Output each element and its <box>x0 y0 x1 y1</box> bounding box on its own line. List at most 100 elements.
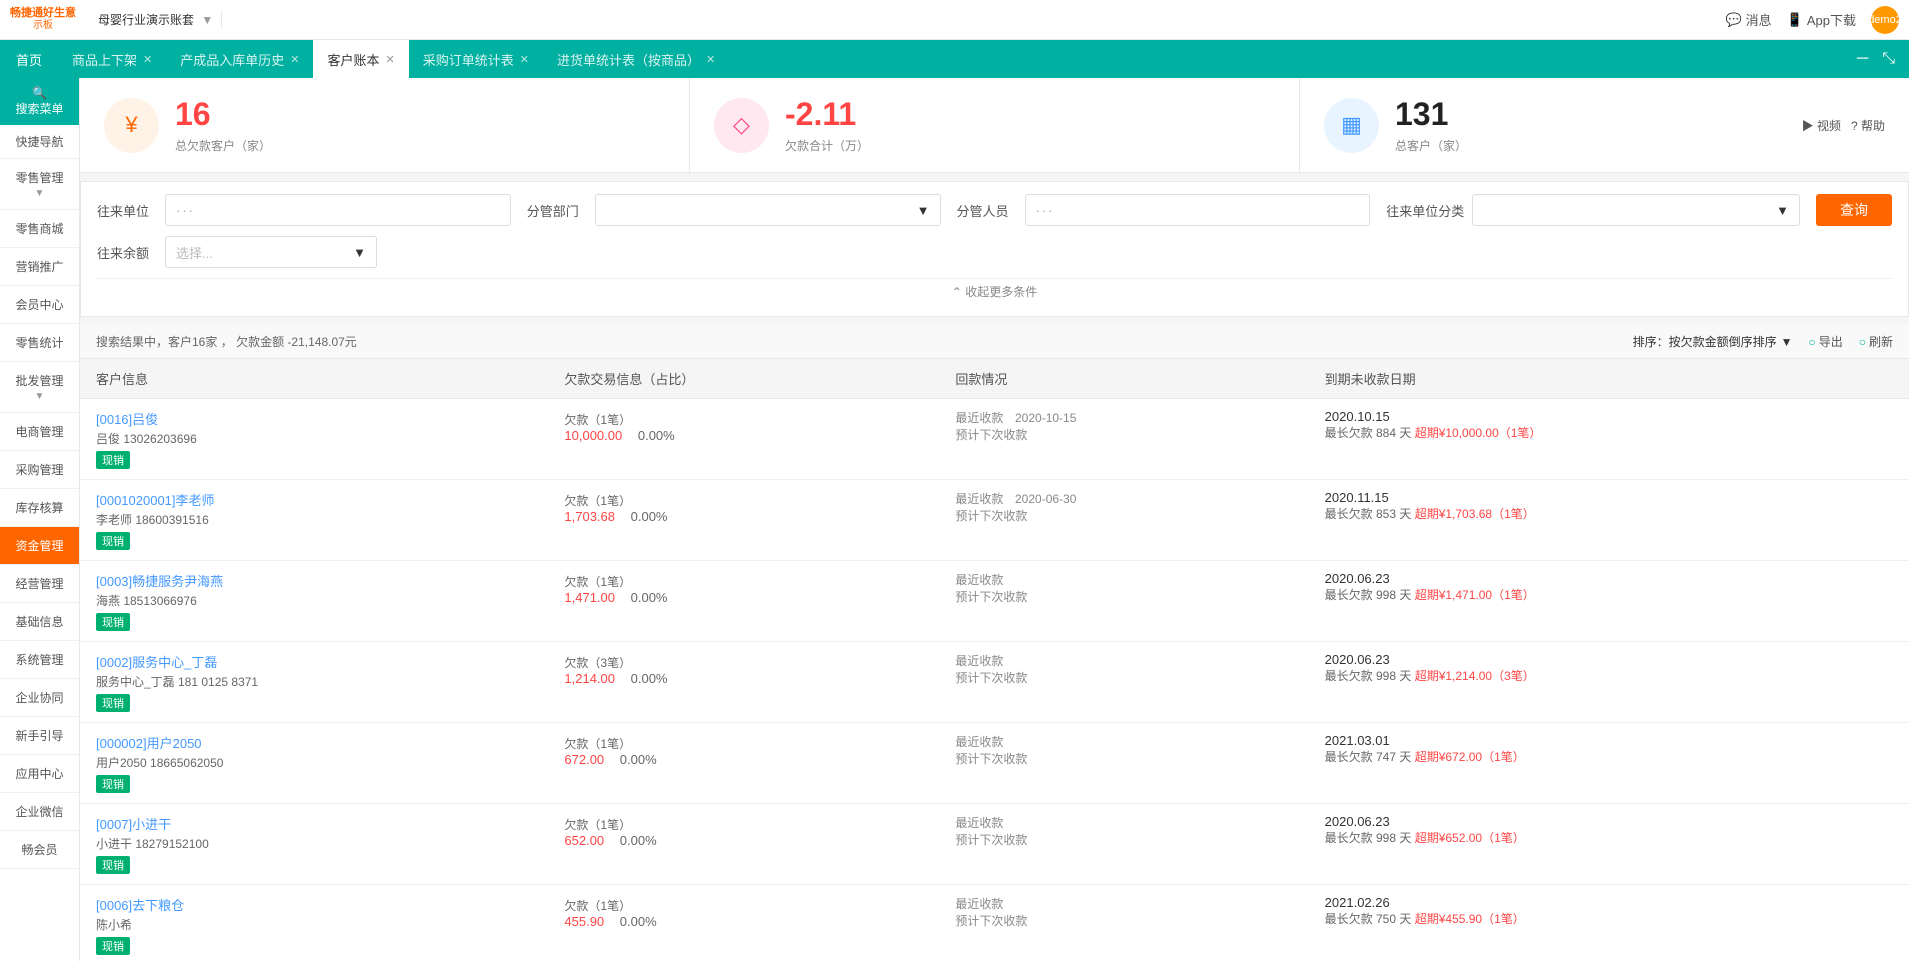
sidebar-label-enterprise-wx: 企业微信 <box>15 803 63 820</box>
overdue-amount-link[interactable]: 超期¥672.00（1笔） <box>1415 750 1525 764</box>
sidebar-item-batch-mgmt[interactable]: 批发管理 ▼ <box>0 362 79 413</box>
overdue-amount-link[interactable]: 超期¥652.00（1笔） <box>1415 831 1525 845</box>
search-button[interactable]: 查询 <box>1816 194 1892 226</box>
tab-goods-on-off[interactable]: 商品上下架 ✕ <box>58 40 166 78</box>
overdue-days: 最长欠款 884 天 <box>1325 426 1415 440</box>
latest-label: 最近收款 <box>955 573 1003 587</box>
sidebar-item-retail-mgmt[interactable]: 零售管理 ▼ <box>0 159 79 210</box>
sidebar-item-member[interactable]: 会员中心 <box>0 286 79 324</box>
sort-select[interactable]: 排序：按欠款金额倒序排序 ▼ <box>1633 333 1793 350</box>
tab-purchase-stat[interactable]: 采购订单统计表 ✕ <box>409 40 543 78</box>
customer-phone: 服务中心_丁磊 181 0125 8371 <box>96 673 532 690</box>
sidebar-item-purchase[interactable]: 采购管理 <box>0 451 79 489</box>
export-btn[interactable]: ○ 导出 <box>1808 333 1842 350</box>
col-header-customer: 客户信息 <box>80 359 548 399</box>
sidebar-item-new-guide[interactable]: 新手引导 <box>0 717 79 755</box>
stat-card-debt-total: ◇ -2.11 欠款合计（万） <box>690 78 1300 172</box>
sidebar-item-ops[interactable]: 经营管理 <box>0 565 79 603</box>
sidebar-item-marketing[interactable]: 营销推广 <box>0 248 79 286</box>
top-right-area: 💬 消息 📱 App下载 demo2 <box>1725 6 1899 34</box>
customer-name-link[interactable]: [0016]吕俊 <box>96 409 532 428</box>
customer-cell: [0016]吕俊 吕俊 13026203696 现销 <box>80 399 548 480</box>
app-download-btn[interactable]: 📱 App下载 <box>1787 10 1856 29</box>
overdue-amount-link[interactable]: 超期¥1,471.00（1笔） <box>1415 588 1535 602</box>
debt-amount: 455.90 <box>564 914 604 929</box>
help-btn[interactable]: ? 帮助 <box>1851 117 1885 134</box>
tab-expand-btn[interactable]: ⤡ <box>1878 48 1899 70</box>
sidebar-label-inventory: 库存核算 <box>15 499 63 516</box>
tab-close-customer[interactable]: ✕ <box>386 53 395 66</box>
top-bar: 畅捷通好生意 示板 母婴行业演示账套 ▼ 💬 消息 📱 App下载 demo2 <box>0 0 1909 40</box>
tab-import-stat[interactable]: 进货单统计表（按商品） ✕ <box>543 40 729 78</box>
overdue-days: 最长欠款 998 天 <box>1325 588 1415 602</box>
sidebar-item-basic[interactable]: 基础信息 <box>0 603 79 641</box>
manager-input[interactable]: ··· <box>1025 194 1371 226</box>
tab-product-history[interactable]: 产成品入库单历史 ✕ <box>166 40 313 78</box>
customer-name-link[interactable]: [0001020001]李老师 <box>96 490 532 509</box>
sidebar-item-vip[interactable]: 畅会员 <box>0 831 79 869</box>
filter-label-manager: 分管人员 <box>957 201 1017 220</box>
message-btn[interactable]: 💬 消息 <box>1725 10 1771 29</box>
col-header-repayment: 回款情况 <box>939 359 1308 399</box>
sidebar-item-app-center[interactable]: 应用中心 <box>0 755 79 793</box>
table-row: [0006]去下粮仓 陈小希 现销 欠款（1笔） 455.90 0.00% 最近… <box>80 885 1909 961</box>
collapse-bar[interactable]: ⌃ 收起更多条件 <box>97 278 1892 304</box>
customer-name-link[interactable]: [0007]小进干 <box>96 814 532 833</box>
sidebar-label-member: 会员中心 <box>15 296 63 313</box>
tab-minimize-btn[interactable]: ─ <box>1853 48 1872 70</box>
industry-selector[interactable]: 母婴行业演示账套 ▼ <box>90 11 222 28</box>
sidebar-item-system[interactable]: 系统管理 <box>0 641 79 679</box>
tab-customer-account[interactable]: 客户账本 ✕ <box>313 40 408 78</box>
sidebar-label-purchase: 采购管理 <box>15 461 63 478</box>
sidebar-item-ecommerce[interactable]: 电商管理 <box>0 413 79 451</box>
repayment-cell: 最近收款 2020-10-15 预计下次收款 <box>939 399 1308 480</box>
debt-percent: 0.00% <box>631 671 668 686</box>
tab-home[interactable]: 首页 <box>0 50 58 69</box>
customer-badge: 现销 <box>96 694 130 712</box>
customer-name-link[interactable]: [0006]去下粮仓 <box>96 895 532 914</box>
dept-select[interactable]: ▼ <box>595 194 941 226</box>
next-label: 预计下次收款 <box>955 507 1292 524</box>
result-text: 搜索结果中，客户16家 ， 欠款金额 -21,148.07元 <box>96 333 357 350</box>
from-unit-input[interactable]: ··· <box>165 194 511 226</box>
logo: 畅捷通好生意 示板 <box>10 7 76 32</box>
balance-select[interactable]: 选择... ▼ <box>165 236 377 268</box>
latest-date: 2020-10-15 <box>1015 411 1076 425</box>
tab-close-goods[interactable]: ✕ <box>143 53 152 66</box>
customer-name-link[interactable]: [0003]畅捷服务尹海燕 <box>96 571 532 590</box>
sidebar-item-capital[interactable]: 资金管理 <box>0 527 79 565</box>
tab-close-import[interactable]: ✕ <box>706 53 715 66</box>
refresh-btn[interactable]: ○ 刷新 <box>1859 333 1893 350</box>
sidebar-item-enterprise-wx[interactable]: 企业微信 <box>0 793 79 831</box>
debt-count: 欠款（3笔） <box>564 654 923 671</box>
sidebar-item-inventory[interactable]: 库存核算 <box>0 489 79 527</box>
due-date: 2020.06.23 <box>1325 571 1893 586</box>
overdue-amount-link[interactable]: 超期¥10,000.00（1笔） <box>1415 426 1542 440</box>
video-btn[interactable]: ▶ 视频 <box>1802 117 1841 134</box>
sidebar-label-retail-mgmt: 零售管理 <box>15 169 63 186</box>
due-cell: 2020.11.15 最长欠款 853 天 超期¥1,703.68（1笔） <box>1309 480 1909 561</box>
tab-close-purchase[interactable]: ✕ <box>520 53 529 66</box>
debt-amount: 10,000.00 <box>564 428 622 443</box>
table-body: [0016]吕俊 吕俊 13026203696 现销 欠款（1笔） 10,000… <box>80 399 1909 961</box>
unit-category-select[interactable]: ▼ <box>1472 194 1800 226</box>
sidebar-quick-nav[interactable]: 快捷导航 <box>0 125 79 159</box>
due-cell: 2021.03.01 最长欠款 747 天 超期¥672.00（1笔） <box>1309 723 1909 804</box>
sidebar-label-new-guide: 新手引导 <box>15 727 63 744</box>
sidebar-item-enterprise-collab[interactable]: 企业协同 <box>0 679 79 717</box>
sidebar-item-retail-store[interactable]: 零售商城 <box>0 210 79 248</box>
filter-row-1: 往来单位 ··· 分管部门 ▼ 分管人员 <box>97 194 1892 226</box>
overdue-amount-link[interactable]: 超期¥1,214.00（3笔） <box>1415 669 1535 683</box>
sidebar-item-retail-stats[interactable]: 零售统计 <box>0 324 79 362</box>
building-icon: ▦ <box>1324 98 1379 153</box>
user-avatar-btn[interactable]: demo2 <box>1871 6 1899 34</box>
customer-name-link[interactable]: [0002]服务中心_丁磊 <box>96 652 532 671</box>
overdue-amount-link[interactable]: 超期¥1,703.68（1笔） <box>1415 507 1535 521</box>
customer-name-link[interactable]: [000002]用户2050 <box>96 733 532 752</box>
customer-cell: [0007]小进干 小进干 18279152100 现销 <box>80 804 548 885</box>
debt-amount: 672.00 <box>564 752 604 767</box>
overdue-amount-link[interactable]: 超期¥455.90（1笔） <box>1415 912 1525 926</box>
tab-close-product[interactable]: ✕ <box>290 53 299 66</box>
sidebar-label-retail-store: 零售商城 <box>15 220 63 237</box>
sidebar-search[interactable]: 🔍 搜索菜单 <box>0 78 79 125</box>
